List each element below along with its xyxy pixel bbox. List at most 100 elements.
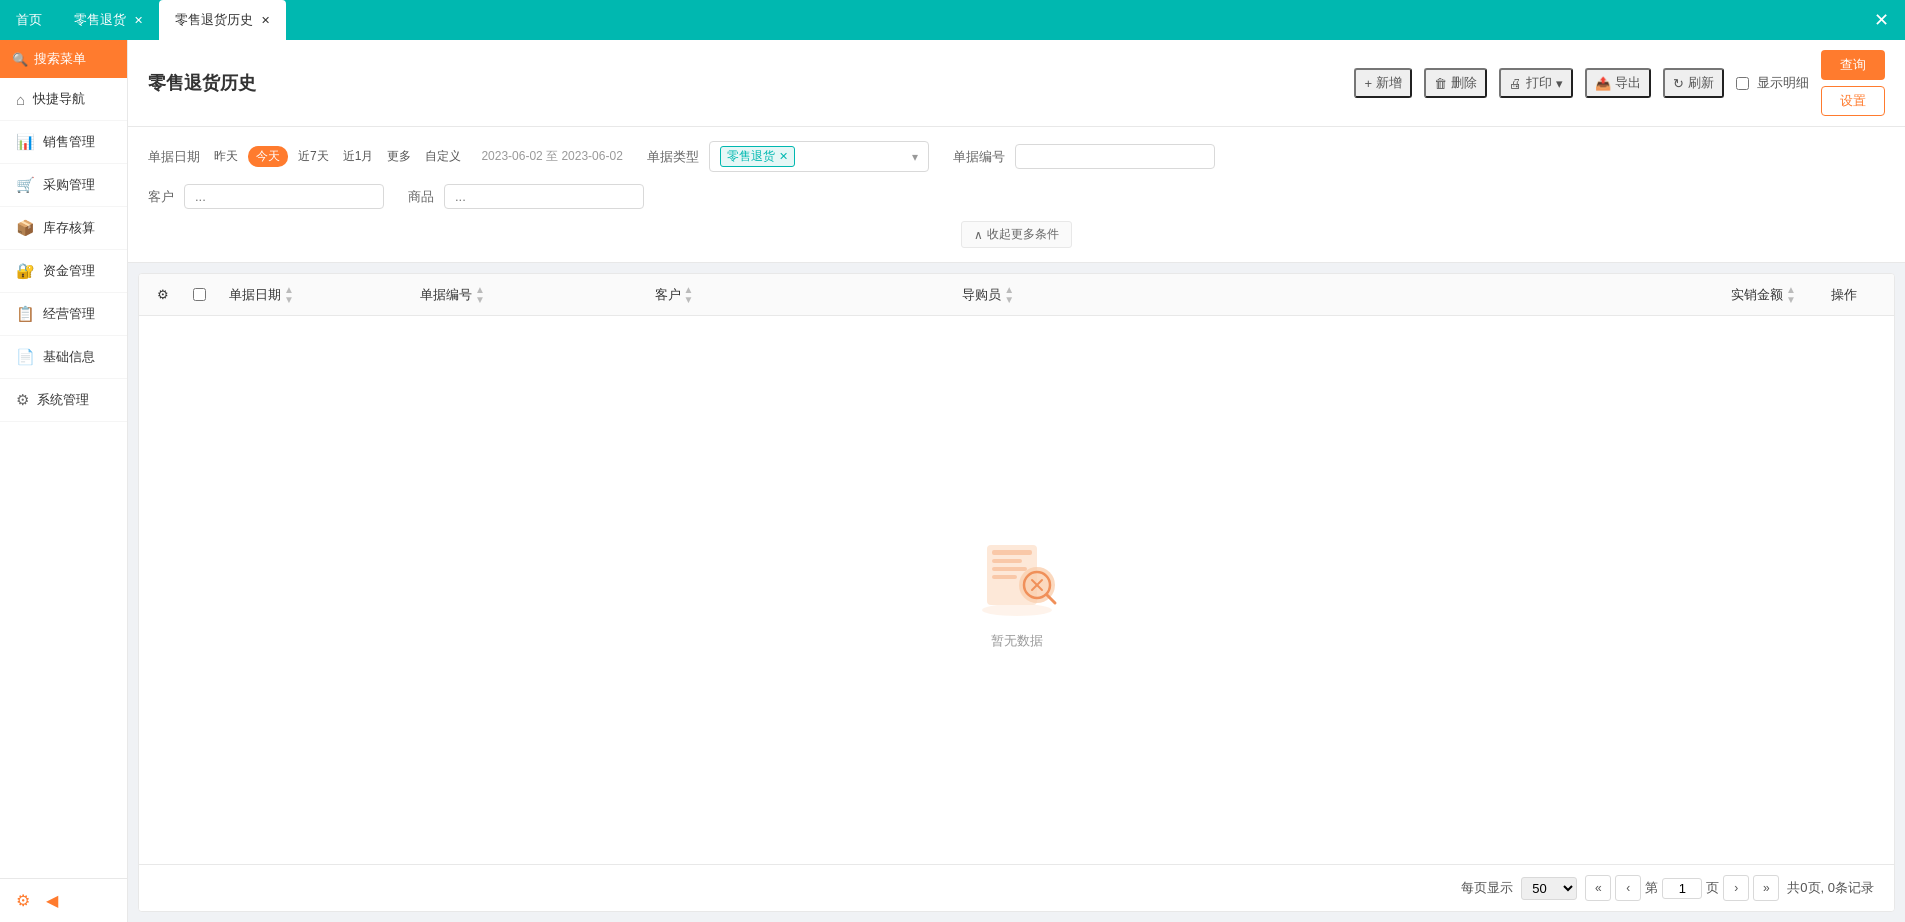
sidebar-item-quicknav-label: 快捷导航 [33,90,85,108]
th-customer[interactable]: 客户 ▲▼ [647,285,955,305]
bill-type-label: 单据类型 [647,148,699,166]
content-area: 零售退货历史 + 新增 🗑 删除 🖨 打印 ▾ 📤 导出 [128,40,1905,922]
th-guide[interactable]: 导购员 ▲▼ [954,285,1189,305]
svg-rect-2 [992,550,1032,555]
date-opt-more[interactable]: 更多 [383,146,415,167]
operations-icon: 📋 [16,305,35,323]
page-suffix: 页 [1706,879,1719,897]
bill-type-select[interactable]: 零售退货 ✕ ▾ [709,141,929,172]
th-amount-label: 实销金额 [1731,286,1783,304]
query-set-buttons: 查询 设置 [1821,50,1885,116]
print-button[interactable]: 🖨 打印 ▾ [1499,68,1573,98]
main-layout: 🔍 搜索菜单 ⌂ 快捷导航 📊 销售管理 🛒 采购管理 📦 库存核算 🔐 资金管… [0,40,1905,922]
th-action-label: 操作 [1831,286,1857,304]
sidebar-item-system-label: 系统管理 [37,391,89,409]
tab-retail-return-history[interactable]: 零售退货历史 ✕ [159,0,286,40]
table-container: ⚙ 单据日期 ▲▼ 单据编号 ▲▼ 客户 ▲▼ 导购员 [138,273,1895,912]
page-label: 第 [1645,879,1658,897]
th-customer-label: 客户 [655,286,681,304]
bill-no-input[interactable] [1015,144,1215,169]
export-icon: 📤 [1595,76,1611,91]
th-action: 操作 [1804,286,1884,304]
table-header: ⚙ 单据日期 ▲▼ 单据编号 ▲▼ 客户 ▲▼ 导购员 [139,274,1894,316]
system-icon: ⚙ [16,391,29,409]
page-prev-button[interactable]: ‹ [1615,875,1641,901]
refresh-icon: ↻ [1673,76,1684,91]
export-label: 导出 [1615,74,1641,92]
sidebar-item-operations[interactable]: 📋 经营管理 [0,293,127,336]
select-all-checkbox[interactable] [193,288,206,301]
sidebar-item-quicknav[interactable]: ⌂ 快捷导航 [0,78,127,121]
date-opt-7days[interactable]: 近7天 [294,146,333,167]
sidebar-item-operations-label: 经营管理 [43,305,95,323]
tab-home[interactable]: 首页 [0,0,58,40]
empty-state: 暂无数据 [139,316,1894,864]
date-opt-custom[interactable]: 自定义 [421,146,465,167]
page-number-input[interactable] [1662,878,1702,899]
delete-label: 删除 [1451,74,1477,92]
show-detail-label: 显示明细 [1736,74,1809,92]
set-button[interactable]: 设置 [1821,86,1885,116]
per-page-select[interactable]: 10 20 50 100 [1521,877,1577,900]
date-opt-yesterday[interactable]: 昨天 [210,146,242,167]
bill-date-group: 单据日期 昨天 今天 近7天 近1月 更多 自定义 2023-06-02 至 2… [148,146,623,167]
sidebar-item-inventory[interactable]: 📦 库存核算 [0,207,127,250]
export-button[interactable]: 📤 导出 [1585,68,1651,98]
empty-illustration [967,530,1067,620]
th-bill-date-label: 单据日期 [229,286,281,304]
tab-retail-return-history-close[interactable]: ✕ [261,14,270,27]
date-opt-today[interactable]: 今天 [248,146,288,167]
window-close-button[interactable]: ✕ [1858,9,1905,31]
tab-retail-return[interactable]: 零售退货 ✕ [58,0,159,40]
collapse-button[interactable]: ∧ 收起更多条件 [961,221,1072,248]
sidebar-item-inventory-label: 库存核算 [43,219,95,237]
page-last-button[interactable]: » [1753,875,1779,901]
delete-button[interactable]: 🗑 删除 [1424,68,1487,98]
th-bill-no-label: 单据编号 [420,286,472,304]
th-settings[interactable]: ⚙ [149,287,185,302]
header-actions: + 新增 🗑 删除 🖨 打印 ▾ 📤 导出 ↻ 刷 [1354,50,1885,116]
query-button[interactable]: 查询 [1821,50,1885,80]
show-detail-checkbox[interactable] [1736,77,1749,90]
purchase-icon: 🛒 [16,176,35,194]
new-label: 新增 [1376,74,1402,92]
th-bill-no[interactable]: 单据编号 ▲▼ [412,285,647,305]
settings-bottom-icon[interactable]: ⚙ [16,891,30,910]
empty-text: 暂无数据 [991,632,1043,650]
customer-label: 客户 [148,188,174,206]
show-detail-text: 显示明细 [1757,74,1809,92]
page-first-button[interactable]: « [1585,875,1611,901]
date-opt-1month[interactable]: 近1月 [339,146,378,167]
tab-retail-return-close[interactable]: ✕ [134,14,143,27]
bill-no-sort-icon: ▲▼ [475,285,485,305]
page-next-button[interactable]: › [1723,875,1749,901]
goods-input[interactable] [444,184,644,209]
date-range-value: 2023-06-02 至 2023-06-02 [481,148,622,165]
sidebar-item-basic-info[interactable]: 📄 基础信息 [0,336,127,379]
new-button[interactable]: + 新增 [1354,68,1412,98]
filter-area: 单据日期 昨天 今天 近7天 近1月 更多 自定义 2023-06-02 至 2… [128,127,1905,263]
delete-icon: 🗑 [1434,76,1447,91]
bill-type-tag-close[interactable]: ✕ [779,150,788,163]
th-checkbox[interactable] [185,288,221,301]
svg-rect-4 [992,567,1027,571]
tab-list: 首页 零售退货 ✕ 零售退货历史 ✕ [0,0,1858,40]
sidebar-item-system[interactable]: ⚙ 系统管理 [0,379,127,422]
bill-no-label: 单据编号 [953,148,1005,166]
th-amount[interactable]: 实销金额 ▲▼ [1642,285,1804,305]
refresh-button[interactable]: ↻ 刷新 [1663,68,1724,98]
bill-type-group: 单据类型 零售退货 ✕ ▾ [647,141,929,172]
pagination: 每页显示 10 20 50 100 « ‹ 第 页 › » 共0页, 0条记录 [139,864,1894,911]
bill-no-group: 单据编号 [953,144,1215,169]
new-icon: + [1364,76,1372,91]
sidebar-item-purchase[interactable]: 🛒 采购管理 [0,164,127,207]
guide-sort-icon: ▲▼ [1004,285,1014,305]
sidebar-item-finance[interactable]: 🔐 资金管理 [0,250,127,293]
collapse-sidebar-icon[interactable]: ◀ [46,891,58,910]
sidebar-search[interactable]: 🔍 搜索菜单 [0,40,127,78]
th-guide-label: 导购员 [962,286,1001,304]
sidebar-item-sales[interactable]: 📊 销售管理 [0,121,127,164]
print-chevron-icon: ▾ [1556,76,1563,91]
customer-input[interactable] [184,184,384,209]
th-bill-date[interactable]: 单据日期 ▲▼ [221,285,412,305]
